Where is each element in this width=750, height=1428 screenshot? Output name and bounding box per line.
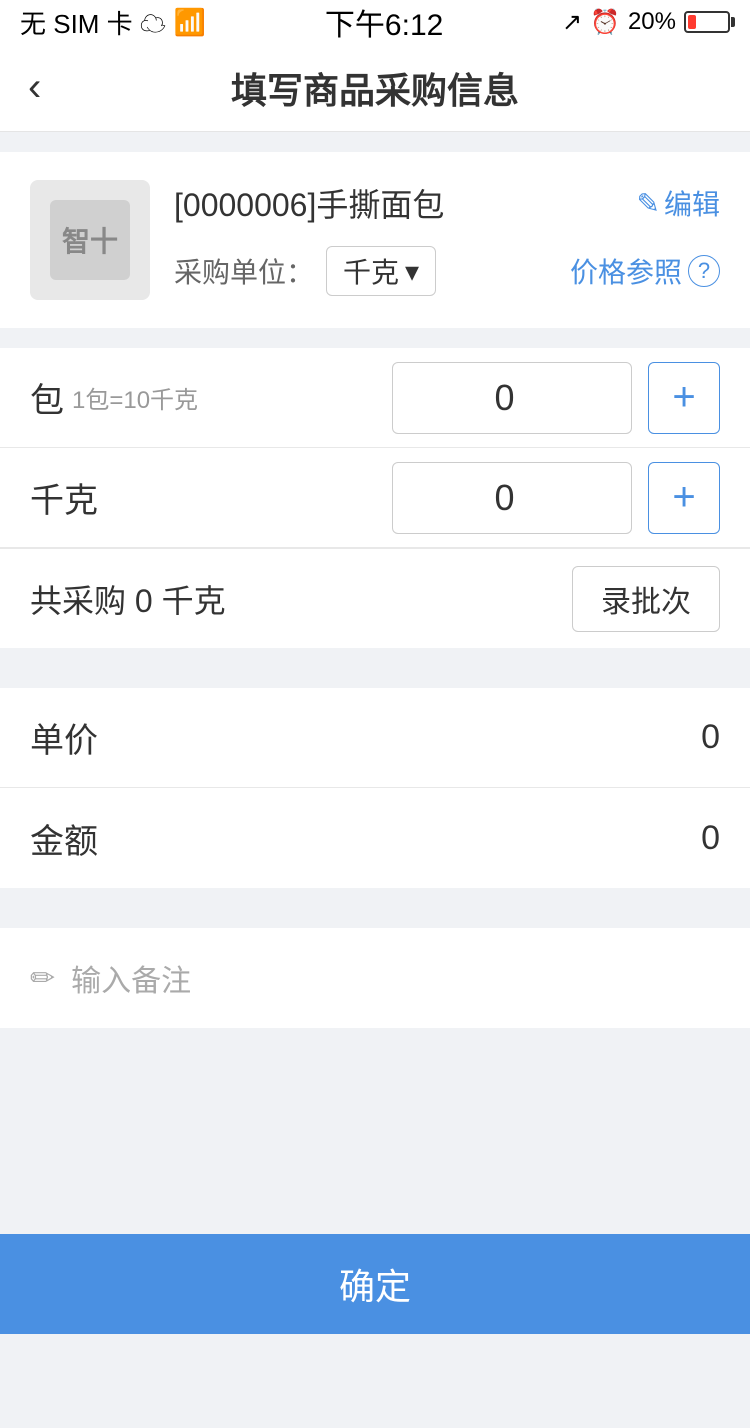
status-left: 无 SIM 卡 ☁ 📶	[20, 4, 206, 41]
bag-input-group: +	[392, 362, 720, 434]
bag-plus-button[interactable]: +	[648, 362, 720, 434]
bag-input-row: 包 1包=10千克 +	[0, 348, 750, 448]
amount-row: 金额 0	[0, 788, 750, 888]
kg-input-row: 千克 +	[0, 448, 750, 548]
product-name-row: [0000006]手撕面包 ✎ 编辑	[174, 180, 720, 226]
unit-dropdown[interactable]: 千克 ▾	[326, 246, 436, 296]
divider-3	[0, 888, 750, 908]
unit-value: 千克	[343, 251, 399, 291]
amount-label: 金额	[30, 814, 98, 863]
bag-label: 包	[30, 373, 64, 422]
batch-button[interactable]: 录批次	[572, 566, 720, 632]
total-label: 共采购 0 千克	[30, 576, 226, 622]
unit-price-label: 单价	[30, 713, 98, 762]
notes-section[interactable]: ✏ 输入备注	[0, 928, 750, 1028]
price-ref-button[interactable]: 价格参照 ?	[570, 251, 720, 291]
question-icon: ?	[688, 255, 720, 287]
status-time: 下午6:12	[325, 0, 443, 44]
battery-icon	[684, 11, 730, 33]
product-info: [0000006]手撕面包 ✎ 编辑 采购单位： 千克 ▾ 价格参照 ?	[174, 180, 720, 296]
unit-price-row: 单价 0	[0, 688, 750, 788]
edit-label: 编辑	[664, 183, 720, 223]
notes-placeholder: 输入备注	[71, 956, 191, 1000]
product-name: [0000006]手撕面包	[174, 180, 444, 226]
wifi-icon: 📶	[174, 7, 206, 38]
confirm-button[interactable]: 确定	[0, 1234, 750, 1334]
unit-select-group: 采购单位： 千克 ▾	[174, 246, 436, 296]
kg-plus-button[interactable]: +	[648, 462, 720, 534]
price-ref-label: 价格参照	[570, 251, 682, 291]
product-card: 智十 [0000006]手撕面包 ✎ 编辑 采购单位： 千克 ▾ 价格参照 ?	[0, 152, 750, 328]
product-image: 智十	[30, 180, 150, 300]
kg-input-group: +	[392, 462, 720, 534]
divider-2	[0, 648, 750, 668]
pencil-icon: ✏	[30, 961, 55, 996]
nav-bar: ‹ 填写商品采购信息	[0, 44, 750, 132]
unit-row: 采购单位： 千克 ▾ 价格参照 ?	[174, 246, 720, 296]
sim-label: 无 SIM 卡 ☁	[20, 4, 166, 41]
content-bottom	[0, 1028, 750, 1428]
amount-value: 0	[701, 819, 720, 858]
kg-quantity-input[interactable]	[392, 462, 632, 534]
page-title: 填写商品采购信息	[231, 62, 519, 114]
product-logo: 智十	[50, 200, 130, 280]
status-right: ↗ ⏰ 20%	[562, 8, 730, 37]
divider-1	[0, 328, 750, 348]
bag-hint: 1包=10千克	[72, 380, 198, 415]
back-button[interactable]: ‹	[28, 65, 41, 110]
edit-button[interactable]: ✎ 编辑	[637, 183, 720, 223]
dropdown-arrow-icon: ▾	[405, 255, 419, 288]
bag-quantity-input[interactable]	[392, 362, 632, 434]
unit-price-value: 0	[701, 718, 720, 757]
price-section: 单价 0 金额 0	[0, 688, 750, 888]
battery-percent: 20%	[628, 8, 676, 36]
input-section: 包 1包=10千克 + 千克 +	[0, 348, 750, 548]
alarm-icon: ⏰	[590, 8, 620, 37]
status-bar: 无 SIM 卡 ☁ 📶 下午6:12 ↗ ⏰ 20%	[0, 0, 750, 44]
location-icon: ↗	[562, 8, 582, 37]
edit-icon: ✎	[637, 187, 660, 220]
kg-label: 千克	[30, 473, 98, 522]
total-row: 共采购 0 千克 录批次	[0, 548, 750, 648]
unit-label: 采购单位：	[174, 251, 314, 291]
